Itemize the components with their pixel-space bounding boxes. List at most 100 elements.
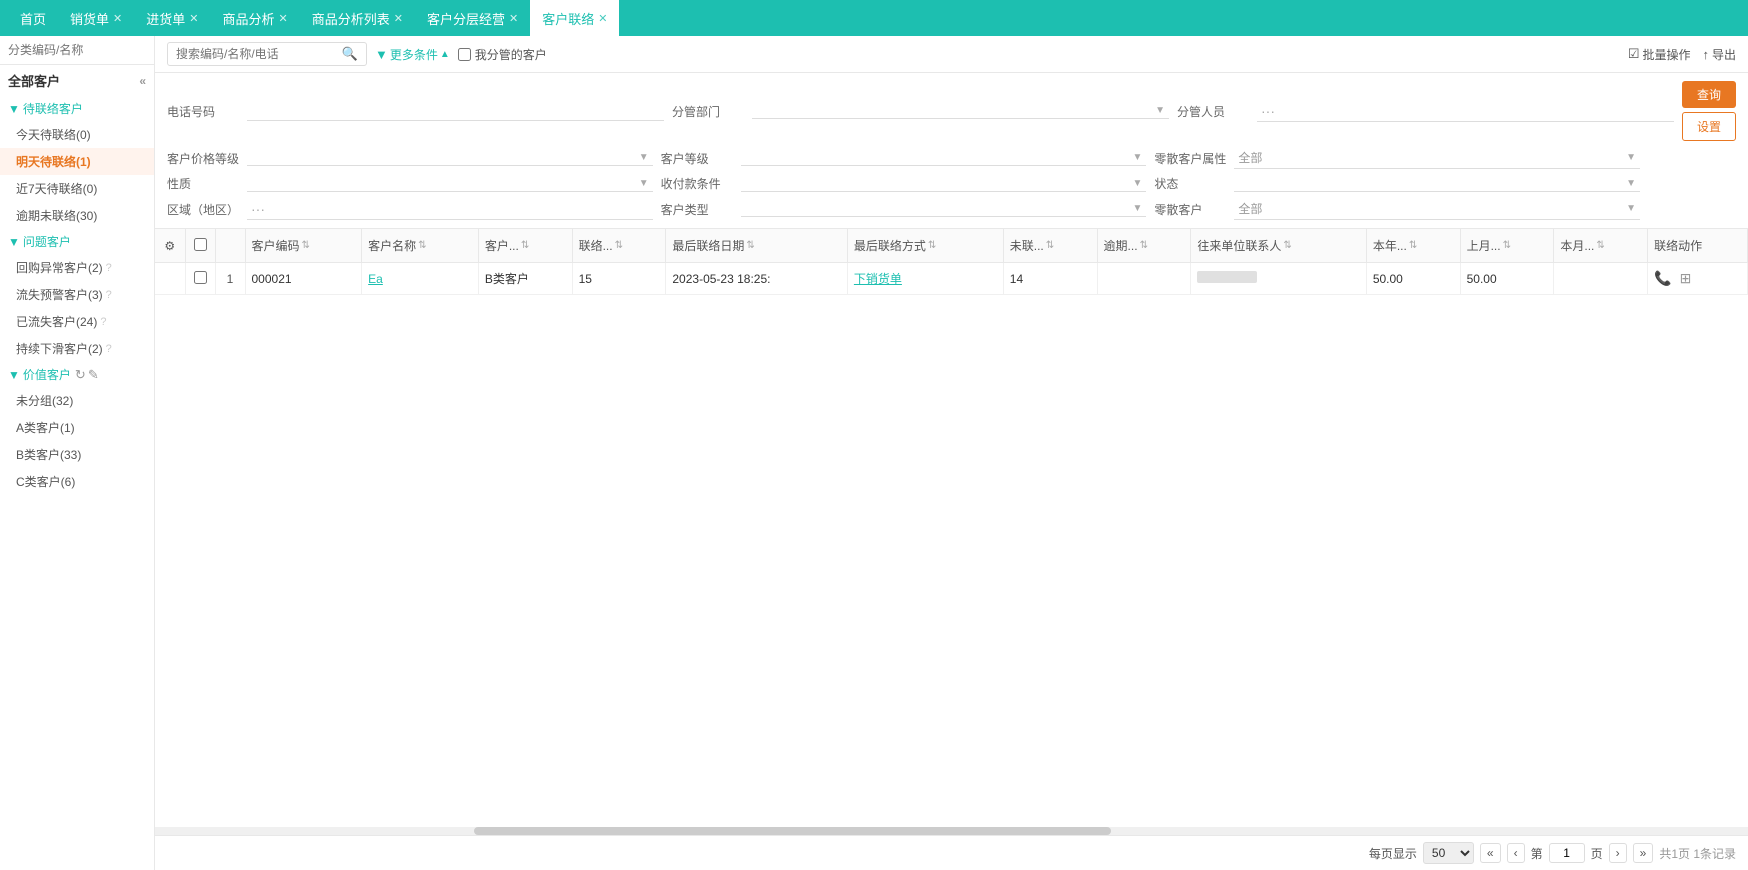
col-overdue[interactable]: 逾期...⇅ bbox=[1097, 229, 1191, 263]
status-select[interactable]: ▼ bbox=[1234, 176, 1640, 192]
last-page-button[interactable]: » bbox=[1633, 843, 1654, 863]
toolbar-search-input[interactable] bbox=[176, 47, 342, 61]
nav-sales[interactable]: 销货单 ✕ bbox=[58, 0, 134, 36]
sort-last-month-icon: ⇅ bbox=[1503, 240, 1511, 251]
all-customers-header[interactable]: 全部客户 « bbox=[0, 65, 154, 96]
close-customer-segment-icon[interactable]: ✕ bbox=[509, 12, 518, 25]
sidebar-item-ungrouped[interactable]: 未分组(32) bbox=[0, 387, 154, 414]
col-code[interactable]: 客户编码⇅ bbox=[245, 229, 362, 263]
grid-action-icon[interactable]: ⊞ bbox=[1680, 270, 1692, 287]
help-icon-churn[interactable]: ? bbox=[106, 289, 112, 301]
nav-customer-contact[interactable]: 客户联络 ✕ bbox=[530, 0, 619, 36]
price-level-label: 客户价格等级 bbox=[167, 150, 247, 167]
my-customers-checkbox[interactable] bbox=[458, 48, 471, 61]
setting-button[interactable]: 设置 bbox=[1682, 112, 1736, 141]
retail-customer-select[interactable]: 全部 ▼ bbox=[1234, 198, 1640, 220]
my-customers-toggle[interactable]: 我分管的客户 bbox=[458, 46, 547, 63]
col-gear[interactable]: ⚙ bbox=[155, 229, 185, 263]
help-icon-churned[interactable]: ? bbox=[100, 316, 106, 328]
col-last-month[interactable]: 上月...⇅ bbox=[1460, 229, 1554, 263]
nav-goods-analysis[interactable]: 商品分析 ✕ bbox=[210, 0, 299, 36]
page-input[interactable] bbox=[1549, 843, 1585, 863]
dept-select[interactable]: ▼ bbox=[752, 103, 1169, 119]
region-ellipsis[interactable]: ··· bbox=[247, 199, 653, 220]
nav-purchase[interactable]: 进货单 ✕ bbox=[134, 0, 210, 36]
col-not-contacted[interactable]: 未联...⇅ bbox=[1003, 229, 1097, 263]
nature-select[interactable]: ▼ bbox=[247, 176, 653, 192]
sidebar-item-b-class[interactable]: B类客户(33) bbox=[0, 441, 154, 468]
export-button[interactable]: ↑ 导出 bbox=[1702, 46, 1736, 63]
customer-level-select[interactable]: ▼ bbox=[741, 150, 1147, 166]
sidebar-item-overdue[interactable]: 逾期未联络(30) bbox=[0, 202, 154, 229]
retail-attr-select[interactable]: 全部 ▼ bbox=[1234, 147, 1640, 169]
row-checkbox bbox=[185, 263, 215, 295]
close-goods-analysis-list-icon[interactable]: ✕ bbox=[394, 12, 403, 25]
filter-button[interactable]: ▼ 更多条件 ▲ bbox=[375, 46, 450, 63]
close-sales-icon[interactable]: ✕ bbox=[113, 12, 122, 25]
sidebar-item-tomorrow[interactable]: 明天待联络(1) bbox=[0, 148, 154, 175]
filter-customer-level: 客户等级 ▼ bbox=[661, 150, 1147, 167]
value-group-title: ▼ 价值客户 ↻ ✎ bbox=[0, 362, 154, 387]
refresh-icon[interactable]: ↻ bbox=[75, 367, 86, 383]
row-overdue bbox=[1097, 263, 1191, 295]
sidebar-item-declining[interactable]: 持续下滑客户(2) ? bbox=[0, 335, 154, 362]
sidebar-search-input[interactable] bbox=[8, 43, 155, 57]
sidebar-item-churn-warning[interactable]: 流失预警客户(3) ? bbox=[0, 281, 154, 308]
payment-select[interactable]: ▼ bbox=[741, 176, 1147, 192]
horizontal-scrollbar[interactable] bbox=[155, 827, 1748, 835]
sidebar-item-today[interactable]: 今天待联络(0) bbox=[0, 121, 154, 148]
select-all-checkbox[interactable] bbox=[194, 238, 207, 251]
filter-region: 区域（地区） ··· bbox=[167, 199, 653, 220]
close-goods-analysis-icon[interactable]: ✕ bbox=[279, 12, 288, 25]
next-page-button[interactable]: › bbox=[1609, 843, 1627, 863]
first-page-button[interactable]: « bbox=[1480, 843, 1501, 863]
customer-name-link[interactable]: Ea bbox=[368, 272, 383, 286]
customer-type-chevron-icon: ▼ bbox=[1132, 203, 1142, 214]
sidebar-item-a-class[interactable]: A类客户(1) bbox=[0, 414, 154, 441]
sidebar-item-c-class[interactable]: C类客户(6) bbox=[0, 468, 154, 495]
nav-customer-segment[interactable]: 客户分层经营 ✕ bbox=[415, 0, 530, 36]
edit-value-icon[interactable]: ✎ bbox=[88, 367, 99, 383]
help-icon-repurchase[interactable]: ? bbox=[106, 262, 112, 274]
close-customer-contact-icon[interactable]: ✕ bbox=[598, 12, 607, 25]
phone-action-icon[interactable]: 📞 bbox=[1654, 270, 1671, 287]
manager-ellipsis[interactable]: ··· bbox=[1257, 101, 1674, 122]
scrollbar-thumb[interactable] bbox=[474, 827, 1111, 835]
help-icon-declining[interactable]: ? bbox=[106, 343, 112, 355]
sort-method-icon: ⇅ bbox=[928, 240, 936, 251]
row-name[interactable]: Ea bbox=[362, 263, 479, 295]
col-last-method[interactable]: 最后联络方式⇅ bbox=[847, 229, 1003, 263]
row-select-checkbox[interactable] bbox=[194, 271, 207, 284]
region-label: 区域（地区） bbox=[167, 201, 247, 218]
prev-page-button[interactable]: ‹ bbox=[1507, 843, 1525, 863]
price-level-select[interactable]: ▼ bbox=[247, 150, 653, 166]
col-unit-contact[interactable]: 往来单位联系人⇅ bbox=[1191, 229, 1366, 263]
nav-home[interactable]: 首页 bbox=[8, 0, 58, 36]
sort-unit-icon: ⇅ bbox=[1283, 240, 1291, 251]
sidebar-item-repurchase[interactable]: 回购异常客户(2) ? bbox=[0, 254, 154, 281]
unit-contact-blur bbox=[1197, 271, 1257, 283]
col-last-date[interactable]: 最后联络日期⇅ bbox=[666, 229, 848, 263]
query-button[interactable]: 查询 bbox=[1682, 81, 1736, 108]
toolbar-search-icon[interactable]: 🔍 bbox=[342, 46, 358, 62]
col-contact[interactable]: 联络...⇅ bbox=[572, 229, 666, 263]
sidebar-item-churned[interactable]: 已流失客户(24) ? bbox=[0, 308, 154, 335]
batch-button[interactable]: ☑ 批量操作 bbox=[1628, 46, 1691, 63]
col-name[interactable]: 客户名称⇅ bbox=[362, 229, 479, 263]
nav-goods-analysis-list[interactable]: 商品分析列表 ✕ bbox=[300, 0, 415, 36]
sort-contact-icon: ⇅ bbox=[615, 240, 623, 251]
batch-check-icon: ☑ bbox=[1628, 46, 1640, 62]
col-this-month[interactable]: 本月...⇅ bbox=[1554, 229, 1648, 263]
phone-input[interactable] bbox=[247, 102, 664, 121]
row-last-method[interactable]: 下销货单 bbox=[847, 263, 1003, 295]
customer-type-label: 客户类型 bbox=[661, 201, 741, 218]
last-method-link[interactable]: 下销货单 bbox=[854, 272, 902, 286]
customer-type-select[interactable]: ▼ bbox=[741, 201, 1147, 217]
row-contact-count: 15 bbox=[572, 263, 666, 295]
col-this-year[interactable]: 本年...⇅ bbox=[1366, 229, 1460, 263]
page-size-select[interactable]: 50 100 200 bbox=[1423, 842, 1474, 864]
export-icon: ↑ bbox=[1702, 47, 1709, 62]
sidebar-item-week7[interactable]: 近7天待联络(0) bbox=[0, 175, 154, 202]
close-purchase-icon[interactable]: ✕ bbox=[189, 12, 198, 25]
col-type[interactable]: 客户...⇅ bbox=[478, 229, 572, 263]
